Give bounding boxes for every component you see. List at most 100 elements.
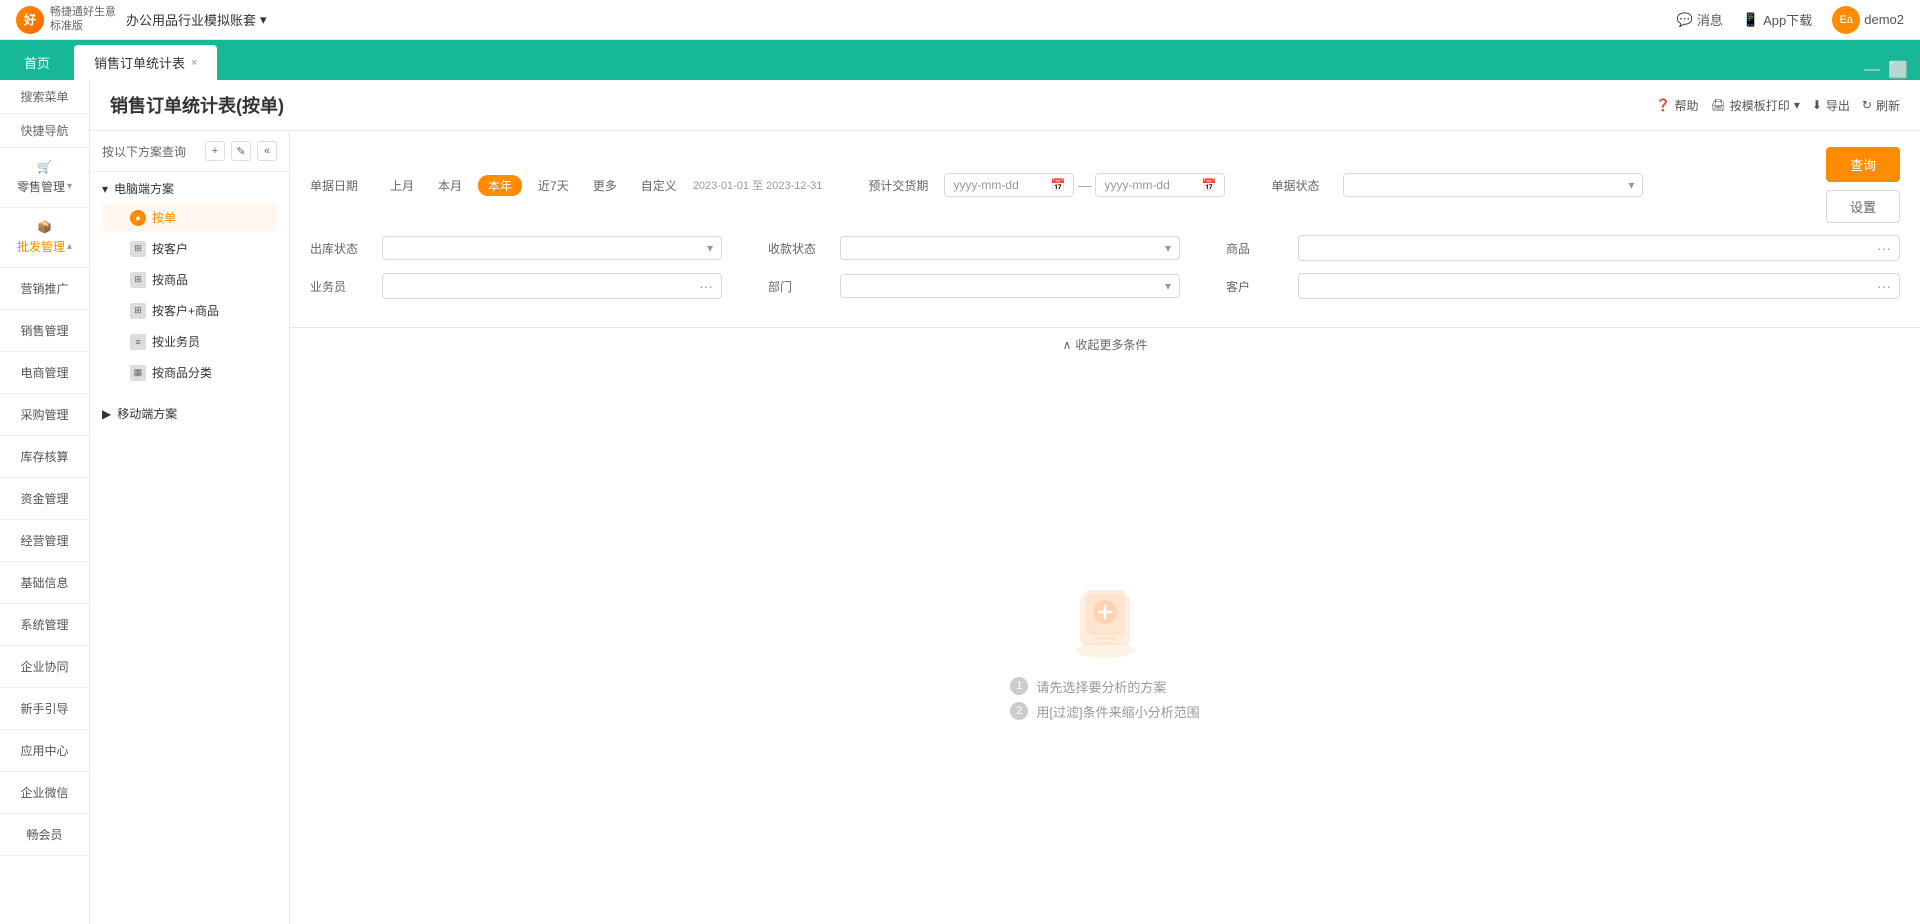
calendar-icon: 📅: [1050, 178, 1065, 192]
pc-section-toggle[interactable]: ▾ 电脑端方案: [102, 180, 277, 197]
expected-date-input: yyyy-mm-dd 📅 — yyyy-mm-dd 📅: [944, 173, 1225, 197]
scheme-item-by-customer[interactable]: ⊞ 按客户: [102, 234, 277, 263]
tab-close-button[interactable]: ×: [191, 57, 197, 69]
sidebar-item-ecommerce[interactable]: 电商管理: [0, 352, 89, 394]
filter-section: 单据日期 上月 本月 本年 近7天 更多 自定义 2023-01-01 至 20…: [290, 131, 1920, 361]
avatar: Ea: [1832, 6, 1860, 34]
mobile-icon: 📱: [1743, 12, 1759, 28]
print-icon: 🖨: [1711, 98, 1726, 112]
logo-text: 畅捷通好生意 标准版: [50, 6, 116, 32]
product-more-icon[interactable]: ···: [1877, 240, 1891, 256]
help-button[interactable]: ❓ 帮助: [1656, 97, 1699, 114]
edit-scheme-button[interactable]: ✎: [231, 141, 251, 161]
content-panels: 按以下方案查询 + ✎ « ▾ 电脑端方案 ● 按单: [90, 131, 1920, 924]
sidebar-item-marketing[interactable]: 营销推广: [0, 268, 89, 310]
sidebar-item-wechat[interactable]: 企业微信: [0, 772, 89, 814]
date-range-display: 2023-01-01 至 2023-12-31: [693, 177, 823, 193]
top-bar-right: 💬 消息 📱 App下载 Ea demo2: [1677, 6, 1904, 34]
user-area[interactable]: Ea demo2: [1832, 6, 1904, 34]
minimize-button[interactable]: —: [1864, 61, 1880, 79]
export-button[interactable]: ⬇ 导出: [1812, 97, 1850, 114]
customer-input[interactable]: ···: [1298, 273, 1900, 299]
sidebar-item-finance[interactable]: 资金管理: [0, 478, 89, 520]
content-area: 销售订单统计表(按单) ❓ 帮助 🖨 按模板打印 ▾ ⬇ 导出 ↻ 刷新: [90, 80, 1920, 924]
scheme-item-by-order[interactable]: ● 按单: [102, 203, 277, 232]
tab-sales-order-stat[interactable]: 销售订单统计表 ×: [74, 45, 217, 80]
sidebar-item-corp[interactable]: 企业协同: [0, 646, 89, 688]
date-btn-custom[interactable]: 自定义: [633, 175, 685, 196]
template-print-button[interactable]: 🖨 按模板打印 ▾: [1711, 97, 1800, 114]
chevron-right-icon: ▶: [102, 407, 111, 421]
maximize-button[interactable]: ⬜: [1888, 60, 1908, 80]
ship-status-label: 出库状态: [310, 240, 366, 257]
message-button[interactable]: 💬 消息: [1677, 10, 1723, 29]
mobile-scheme-section: ▶ 移动端方案: [90, 397, 289, 436]
ship-status-select[interactable]: ▾: [382, 236, 722, 260]
refresh-icon: ↻: [1862, 98, 1872, 112]
sidebar-item-quicknav[interactable]: 快捷导航: [0, 114, 89, 148]
main-layout: 搜索菜单 快捷导航 🛒 零售管理 ▾ 📦 批发管理 ▴ 营销推广 销售管理 电商…: [0, 80, 1920, 924]
sidebar-item-inventory[interactable]: 库存核算: [0, 436, 89, 478]
sidebar-item-apps[interactable]: 应用中心: [0, 730, 89, 772]
add-scheme-button[interactable]: +: [205, 141, 225, 161]
sidebar-item-purchase[interactable]: 采购管理: [0, 394, 89, 436]
expected-date-end[interactable]: yyyy-mm-dd 📅: [1095, 173, 1225, 197]
refresh-button[interactable]: ↻ 刷新: [1862, 97, 1900, 114]
tab-home[interactable]: 首页: [4, 45, 70, 80]
receipt-status-label: 收款状态: [768, 240, 824, 257]
sidebar: 搜索菜单 快捷导航 🛒 零售管理 ▾ 📦 批发管理 ▴ 营销推广 销售管理 电商…: [0, 80, 90, 924]
app-download-button[interactable]: 📱 App下载: [1743, 10, 1812, 29]
collapse-filters-button[interactable]: ∧ 收起更多条件: [290, 328, 1920, 361]
empty-hints: 1 请先选择要分析的方案 2 用[过滤]条件来缩小分析范围: [1010, 677, 1199, 721]
scheme-item-by-cust-prod[interactable]: ⊞ 按客户+商品: [102, 296, 277, 325]
top-bar-title[interactable]: 办公用品行业模拟账套 ▾: [126, 10, 267, 29]
product-input[interactable]: ···: [1298, 235, 1900, 261]
status-select[interactable]: ▾: [1343, 173, 1643, 197]
cust-prod-icon: ⊞: [130, 303, 146, 319]
top-bar: 好 畅捷通好生意 标准版 办公用品行业模拟账套 ▾ 💬 消息 📱 App下载 E…: [0, 0, 1920, 40]
mobile-section-toggle[interactable]: ▶ 移动端方案: [102, 405, 277, 422]
date-btn-last-month[interactable]: 上月: [382, 175, 422, 196]
search-button[interactable]: 查询: [1826, 147, 1900, 182]
salesman-more-icon[interactable]: ···: [699, 278, 713, 294]
collapse-scheme-button[interactable]: «: [257, 141, 277, 161]
filter-row-1: 单据日期 上月 本月 本年 近7天 更多 自定义 2023-01-01 至 20…: [310, 147, 1900, 223]
scheme-item-by-product[interactable]: ⊞ 按商品: [102, 265, 277, 294]
product-label: 商品: [1226, 240, 1282, 257]
hint-num-1: 1: [1010, 677, 1028, 695]
date-btn-this-year[interactable]: 本年: [478, 175, 522, 196]
date-btn-7days[interactable]: 近7天: [530, 175, 577, 196]
sidebar-item-sales[interactable]: 销售管理: [0, 310, 89, 352]
department-select[interactable]: ▾: [840, 274, 1180, 298]
receipt-status-select[interactable]: ▾: [840, 236, 1180, 260]
sidebar-item-member[interactable]: 畅会员: [0, 814, 89, 856]
page-title: 销售订单统计表(按单): [110, 92, 284, 130]
salesman-icon: ≡: [130, 334, 146, 350]
calendar-icon-2: 📅: [1201, 178, 1216, 192]
chevron-down-icon: ▾: [102, 182, 108, 196]
dropdown-icon[interactable]: ▾: [260, 12, 267, 28]
sidebar-item-search[interactable]: 搜索菜单: [0, 80, 89, 114]
sidebar-item-guide[interactable]: 新手引导: [0, 688, 89, 730]
chevron-down-icon: ▾: [1165, 241, 1171, 255]
sidebar-item-basic[interactable]: 基础信息: [0, 562, 89, 604]
date-btn-more[interactable]: 更多: [585, 175, 625, 196]
sidebar-item-wholesale[interactable]: 📦 批发管理 ▴: [0, 208, 89, 268]
print-dropdown-icon: ▾: [1794, 98, 1800, 112]
hint-num-2: 2: [1010, 702, 1028, 720]
date-separator: —: [1078, 178, 1091, 193]
page-actions: ❓ 帮助 🖨 按模板打印 ▾ ⬇ 导出 ↻ 刷新: [1656, 97, 1900, 126]
scheme-item-by-category[interactable]: ▦ 按商品分类: [102, 358, 277, 387]
sidebar-item-system[interactable]: 系统管理: [0, 604, 89, 646]
salesman-input[interactable]: ···: [382, 273, 722, 299]
sidebar-item-retail[interactable]: 🛒 零售管理 ▾: [0, 148, 89, 208]
chevron-up-icon: ∧: [1063, 338, 1072, 352]
expected-date-start[interactable]: yyyy-mm-dd 📅: [944, 173, 1074, 197]
customer-more-icon[interactable]: ···: [1877, 278, 1891, 294]
settings-button[interactable]: 设置: [1826, 190, 1900, 223]
sidebar-item-operations[interactable]: 经营管理: [0, 520, 89, 562]
scheme-item-by-salesman[interactable]: ≡ 按业务员: [102, 327, 277, 356]
pc-scheme-section: ▾ 电脑端方案 ● 按单 ⊞ 按客户 ⊞ 按商品: [90, 172, 289, 397]
status-label: 单据状态: [1271, 177, 1327, 194]
date-btn-this-month[interactable]: 本月: [430, 175, 470, 196]
